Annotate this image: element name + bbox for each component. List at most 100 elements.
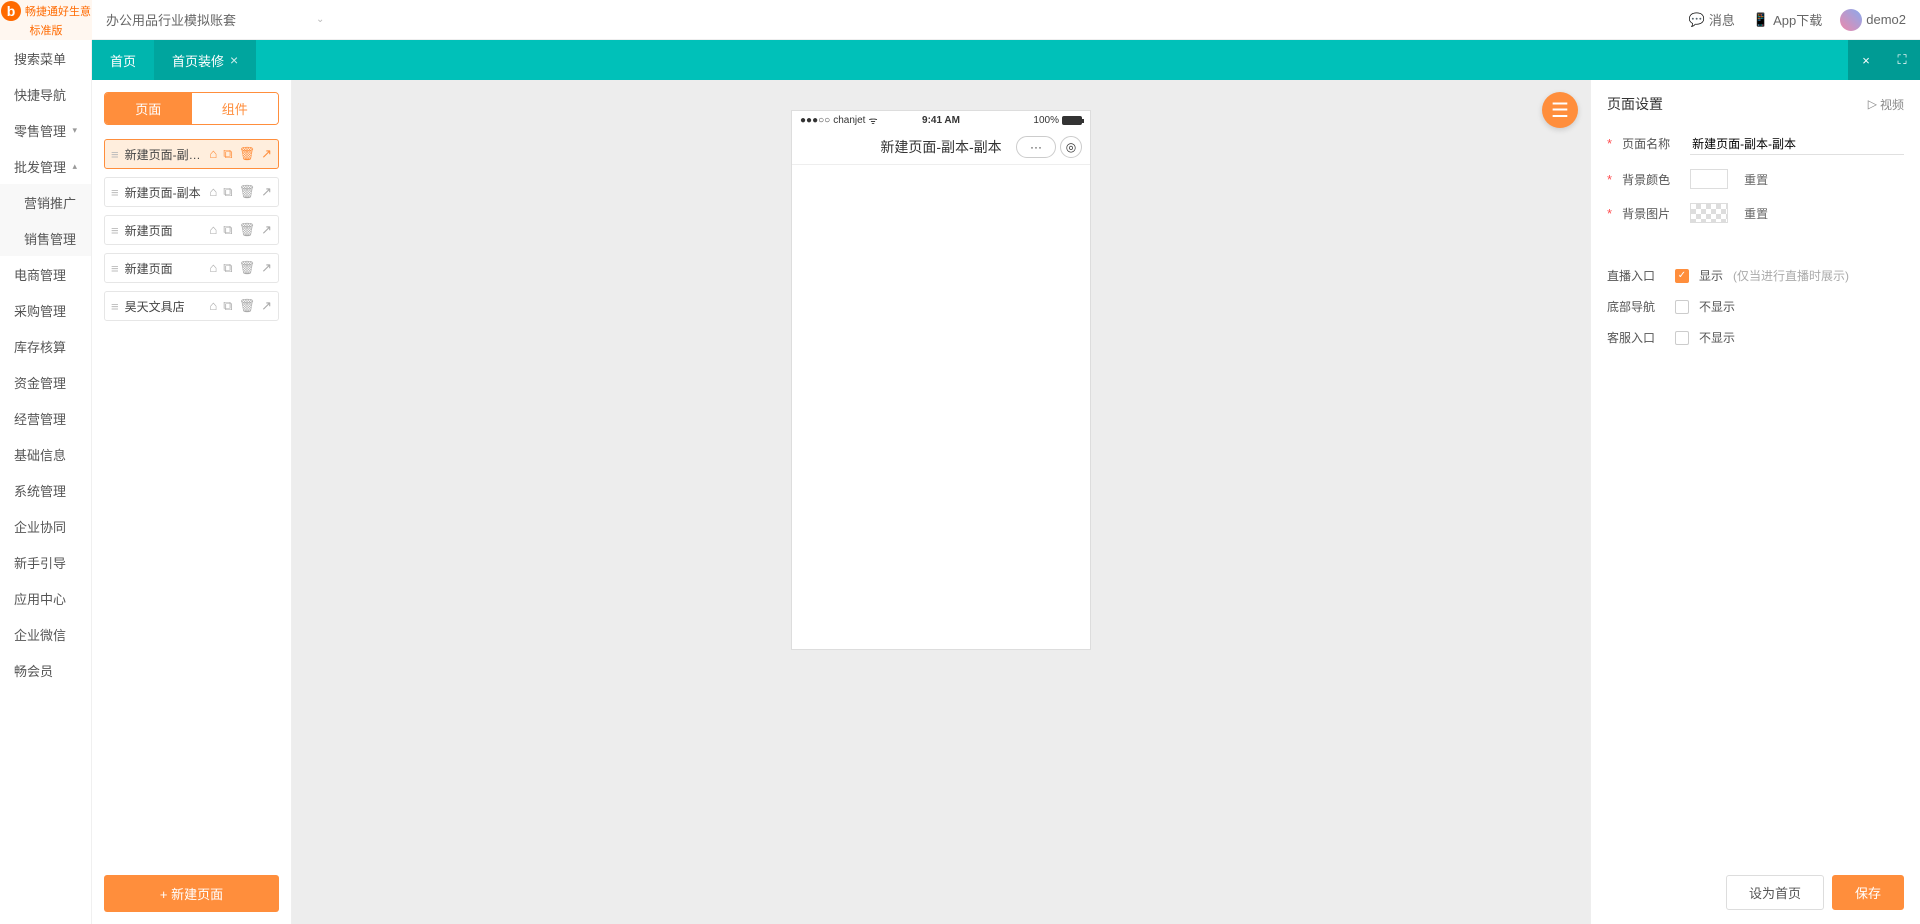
label-bg-image: 背景图片 — [1622, 205, 1680, 222]
download-link[interactable]: 📱App下载 — [1753, 10, 1822, 29]
close-icon[interactable]: × — [230, 53, 238, 67]
logo-text: 畅捷通好生意 — [25, 3, 91, 19]
sidebar-item[interactable]: 系统管理 — [0, 472, 91, 508]
sidebar-item[interactable]: 企业微信 — [0, 616, 91, 652]
miniapp-close-icon[interactable]: ◎ — [1060, 136, 1082, 158]
sidebar-item[interactable]: 搜索菜单 — [0, 40, 91, 76]
drag-icon[interactable]: ≡ — [111, 147, 119, 162]
checkbox-bottom-nav[interactable] — [1675, 300, 1689, 314]
drag-icon[interactable]: ≡ — [111, 185, 119, 200]
home-icon[interactable]: ⌂ — [209, 298, 217, 314]
delete-icon[interactable]: 🗑 — [239, 260, 256, 276]
tab-close-all[interactable]: × — [1848, 40, 1884, 80]
panel-tab-component[interactable]: 组件 — [192, 93, 279, 124]
delete-icon[interactable]: 🗑 — [239, 222, 256, 238]
label-live: 直播入口 — [1607, 267, 1665, 284]
video-link[interactable]: ▷视频 — [1868, 96, 1904, 113]
new-page-button[interactable]: + 新建页面 — [104, 875, 279, 912]
sidebar-item[interactable]: 快捷导航 — [0, 76, 91, 112]
copy-icon[interactable]: ⧉ — [223, 298, 232, 314]
reset-bg-image[interactable]: 重置 — [1744, 205, 1768, 222]
drag-icon[interactable]: ≡ — [111, 299, 119, 314]
sidebar-item[interactable]: 应用中心 — [0, 580, 91, 616]
sidebar-item[interactable]: 企业协同 — [0, 508, 91, 544]
panel-title: 页面设置 — [1607, 94, 1663, 114]
messages-link[interactable]: 💬消息 — [1689, 10, 1735, 29]
tab-page-decor[interactable]: 首页装修× — [154, 40, 256, 80]
logo[interactable]: b 畅捷通好生意 标准版 — [0, 0, 92, 40]
drag-icon[interactable]: ≡ — [111, 223, 119, 238]
sidebar-item[interactable]: 电商管理 — [0, 256, 91, 292]
copy-icon[interactable]: ⧉ — [223, 222, 232, 238]
sidebar-item[interactable]: 营销推广 — [0, 184, 91, 220]
sidebar: 搜索菜单快捷导航零售管理▾批发管理▴营销推广销售管理电商管理采购管理库存核算资金… — [0, 40, 92, 924]
left-panel: 页面 组件 ≡新建页面-副本...⌂⧉🗑↗≡新建页面-副本⌂⧉🗑↗≡新建页面⌂⧉… — [92, 80, 292, 924]
tab-home[interactable]: 首页 — [92, 40, 154, 80]
page-list-item[interactable]: ≡ 新建页面-副本 ⌂ ⧉ 🗑 ↗ — [104, 177, 279, 207]
breadcrumb[interactable]: 办公用品行业模拟账套 ⌄ — [106, 10, 1689, 29]
label-bottom-nav: 底部导航 — [1607, 298, 1665, 315]
page-list: ≡新建页面-副本...⌂⧉🗑↗≡新建页面-副本⌂⧉🗑↗≡新建页面⌂⧉🗑↗≡新建页… — [104, 139, 279, 867]
page-list-item[interactable]: ≡新建页面⌂⧉🗑↗ — [104, 253, 279, 283]
sidebar-item[interactable]: 采购管理 — [0, 292, 91, 328]
sidebar-item[interactable]: 销售管理 — [0, 220, 91, 256]
wifi-icon: ᯤ — [868, 113, 877, 127]
miniapp-menu-icon[interactable]: ··· — [1016, 136, 1056, 158]
share-icon[interactable]: ↗ — [261, 260, 272, 276]
share-icon[interactable]: ↗ — [261, 222, 272, 238]
battery-icon — [1062, 116, 1082, 125]
copy-icon[interactable]: ⧉ — [223, 184, 232, 200]
sidebar-item[interactable]: 资金管理 — [0, 364, 91, 400]
home-icon[interactable]: ⌂ — [209, 184, 217, 200]
home-icon[interactable]: ⌂ — [209, 260, 217, 276]
phone-time: 9:41 AM — [922, 115, 960, 126]
breadcrumb-text: 办公用品行业模拟账套 — [106, 10, 236, 29]
share-icon[interactable]: ↗ — [261, 184, 272, 200]
page-list-item[interactable]: ≡ 昊天文具店 ⌂ ⧉ 🗑 ↗ — [104, 291, 279, 321]
sidebar-item[interactable]: 批发管理▴ — [0, 148, 91, 184]
panel-tab-page[interactable]: 页面 — [105, 93, 192, 124]
sidebar-item[interactable]: 经营管理 — [0, 400, 91, 436]
set-home-button[interactable]: 设为首页 — [1726, 875, 1824, 910]
sidebar-item[interactable]: 新手引导 — [0, 544, 91, 580]
top-bar: b 畅捷通好生意 标准版 办公用品行业模拟账套 ⌄ 💬消息 📱App下载 dem… — [0, 0, 1920, 40]
share-icon[interactable]: ↗ — [261, 298, 272, 314]
checkbox-customer-service[interactable] — [1675, 331, 1689, 345]
save-button[interactable]: 保存 — [1832, 875, 1904, 910]
chevron-down-icon: ⌄ — [316, 14, 324, 25]
chevron-icon: ▴ — [72, 161, 77, 172]
page-list-item[interactable]: ≡新建页面-副本...⌂⧉🗑↗ — [104, 139, 279, 169]
checkbox-live[interactable]: ✓ — [1675, 269, 1689, 283]
tab-fullscreen[interactable]: ⛶ — [1884, 40, 1920, 80]
bg-image-swatch[interactable] — [1690, 203, 1728, 223]
reset-bg-color[interactable]: 重置 — [1744, 171, 1768, 188]
page-name: 昊天文具店 — [125, 298, 204, 315]
drag-icon[interactable]: ≡ — [111, 261, 119, 276]
bg-color-swatch[interactable] — [1690, 169, 1728, 189]
home-icon[interactable]: ⌂ — [209, 146, 217, 162]
copy-icon[interactable]: ⧉ — [223, 260, 232, 276]
phone-nav: 新建页面-副本-副本 ··· ◎ — [792, 129, 1090, 165]
sidebar-item[interactable]: 库存核算 — [0, 328, 91, 364]
page-name: 新建页面-副本 — [125, 184, 204, 201]
delete-icon[interactable]: 🗑 — [239, 146, 256, 162]
sidebar-item[interactable]: 畅会员 — [0, 652, 91, 688]
page-name-input[interactable] — [1690, 132, 1904, 155]
page-name: 新建页面 — [125, 222, 204, 239]
logo-sub: 标准版 — [30, 22, 63, 38]
phone-preview: ●●●○○chanjetᯤ 9:41 AM 100% 新建页面-副本-副本 ··… — [791, 110, 1091, 650]
sidebar-item[interactable]: 基础信息 — [0, 436, 91, 472]
delete-icon[interactable]: 🗑 — [239, 184, 256, 200]
top-right: 💬消息 📱App下载 demo2 — [1689, 9, 1906, 31]
label-customer-service: 客服入口 — [1607, 329, 1665, 346]
user-menu[interactable]: demo2 — [1840, 9, 1906, 31]
delete-icon[interactable]: 🗑 — [239, 298, 256, 314]
copy-icon[interactable]: ⧉ — [223, 146, 232, 162]
sidebar-item[interactable]: 零售管理▾ — [0, 112, 91, 148]
share-icon[interactable]: ↗ — [261, 146, 272, 162]
signal-icon: ●●●○○ — [800, 115, 830, 126]
page-list-item[interactable]: ≡ 新建页面 ⌂ ⧉ 🗑 ↗ — [104, 215, 279, 245]
phone-status-bar: ●●●○○chanjetᯤ 9:41 AM 100% — [792, 111, 1090, 129]
home-icon[interactable]: ⌂ — [209, 222, 217, 238]
menu-fab[interactable]: ☰ — [1542, 92, 1578, 128]
